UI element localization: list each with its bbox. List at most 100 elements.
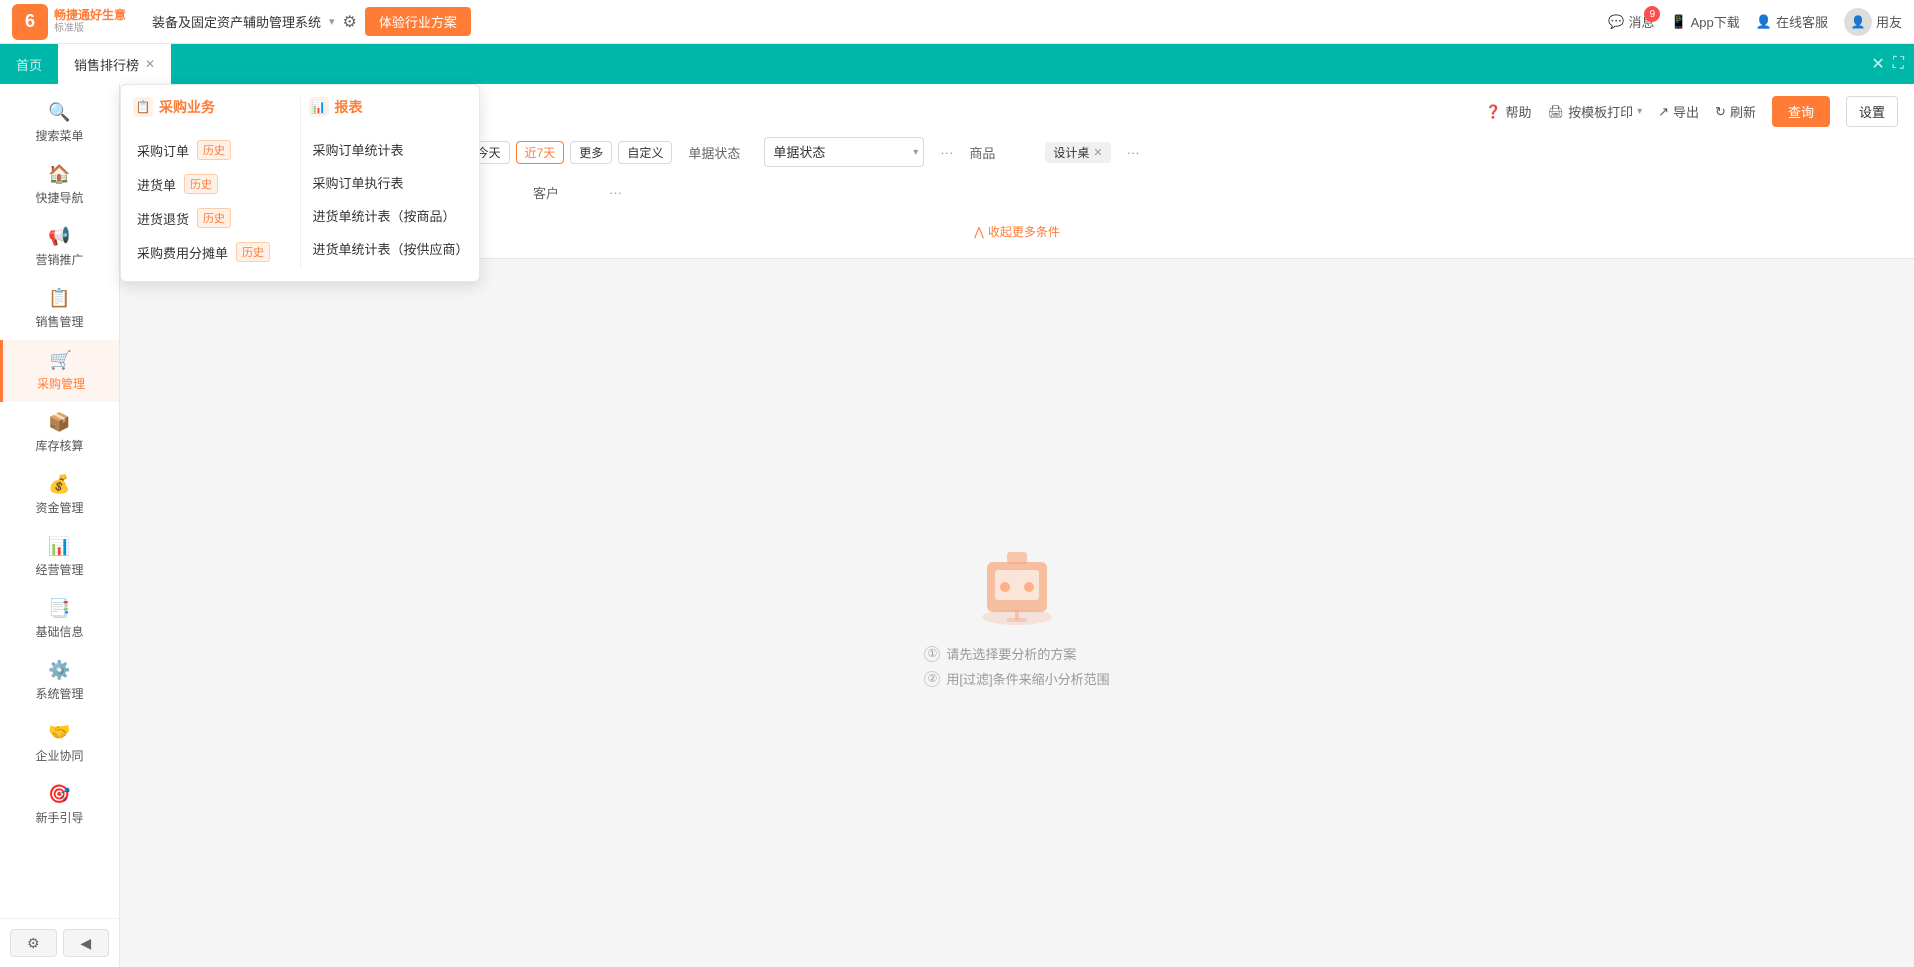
cooperation-icon: 🤝 [48,722,70,743]
sidebar-search-label: 搜索菜单 [35,127,83,144]
date-custom-btn[interactable]: 自定义 [618,141,672,164]
home-icon: 🏠 [48,164,70,185]
dropdown-item-goods-stat-supplier[interactable]: 进货单统计表（按供应商） [309,232,468,265]
app-icon: 📱 [1670,14,1686,30]
export-btn[interactable]: ↗ 导出 [1658,102,1699,121]
refresh-label: 刷新 [1730,102,1756,121]
dropdown-purchase-section: 📋 采购业务 采购订单 历史 进货单 历史 进货退货 历史 采购费用分摊单 [133,97,292,269]
dropdown-item-purchase-expense[interactable]: 采购费用分摊单 历史 [133,235,292,269]
service-label: 在线客服 [1776,12,1828,31]
dropdown-item-purchase-order-stat[interactable]: 采购订单统计表 [309,133,468,166]
refresh-btn[interactable]: ↻ 刷新 [1715,102,1756,121]
tab-bar: 首页 销售排行榜 ✕ ✕ ⛶ [0,44,1914,84]
sidebar-operations-label: 经营管理 [35,561,83,578]
date-quick-btns: 今天 近7天 更多 自定义 [468,141,673,164]
sidebar-item-finance[interactable]: 💰 资金管理 [0,464,119,526]
empty-hints: ① 请先选择要分析的方案 ② 用[过滤]条件来缩小分析范围 [924,644,1109,694]
tab-maximize-icon[interactable]: ⛶ [1893,55,1904,73]
online-service-item[interactable]: 👤 在线客服 [1756,12,1828,31]
print-label: 按模板打印 [1568,102,1633,121]
logo-main-text: 畅捷通好生意 [54,8,126,22]
sidebar-item-cooperation[interactable]: 🤝 企业协同 [0,712,119,774]
print-btn[interactable]: 🖨 按模板打印 ▾ [1548,102,1643,121]
sidebar-sales-label: 销售管理 [35,313,83,330]
finance-icon: 💰 [48,474,70,495]
dropdown-item-goods-return[interactable]: 进货退货 历史 [133,201,292,235]
marketing-icon: 📢 [48,226,70,247]
purchase-order-stat-label: 采购订单统计表 [313,140,404,159]
inventory-icon: 📦 [48,412,70,433]
sidebar-item-nav[interactable]: 🏠 快捷导航 [0,154,119,216]
sidebar-item-inventory[interactable]: 📦 库存核算 [0,402,119,464]
tab-controls: ✕ ⛶ [1871,54,1914,74]
sidebar-collapse-btn[interactable]: ◀ [63,929,110,957]
sidebar-bottom: ⚙ ◀ [0,918,119,967]
settings-btn[interactable]: 设置 [1846,96,1898,127]
user-name-label: 用友 [1876,12,1902,31]
hint-text-2: 用[过滤]条件来缩小分析范围 [946,669,1109,688]
sidebar-item-system[interactable]: ⚙️ 系统管理 [0,650,119,712]
sidebar-item-search[interactable]: 🔍 搜索菜单 [0,92,119,154]
purchase-order-exec-label: 采购订单执行表 [313,173,404,192]
dropdown-item-purchase-order[interactable]: 采购订单 历史 [133,133,292,167]
purchase-section-icon: 📋 [133,97,153,117]
purchase-order-label: 采购订单 [137,141,189,160]
sidebar-item-purchase[interactable]: 🛒 采购管理 [0,340,119,402]
sales-icon: 📋 [48,288,70,309]
dropdown-item-goods-in[interactable]: 进货单 历史 [133,167,292,201]
tab-home[interactable]: 首页 [0,44,58,84]
purchase-expense-label: 采购费用分摊单 [137,243,228,262]
dropdown-item-purchase-order-exec[interactable]: 采购订单执行表 [309,166,468,199]
app-download-item[interactable]: 📱 App下载 [1670,12,1739,31]
sidebar-item-operations[interactable]: 📊 经营管理 [0,526,119,588]
goods-stat-product-label: 进货单统计表（按商品） [313,206,456,225]
sidebar-cooperation-label: 企业协同 [35,747,83,764]
user-avatar: 👤 [1844,8,1872,36]
print-dropdown-arrow[interactable]: ▾ [1637,106,1642,117]
help-icon: ❓ [1485,104,1501,120]
sidebar-item-sales[interactable]: 📋 销售管理 [0,278,119,340]
message-item[interactable]: 💬 消息 9 [1608,12,1654,31]
sidebar-item-newbie[interactable]: 🎯 新手引导 [0,774,119,836]
sidebar-finance-label: 资金管理 [35,499,83,516]
query-btn[interactable]: 查询 [1772,96,1830,127]
tab-sales-rank[interactable]: 销售排行榜 ✕ [58,44,171,84]
logo-text: 畅捷通好生意 标准版 [54,8,126,34]
purchase-expense-history-badge: 历史 [236,242,270,262]
goods-in-label: 进货单 [137,175,176,194]
print-icon: 🖨 [1548,104,1565,120]
purchase-order-history-badge: 历史 [197,140,231,160]
header-right: 💬 消息 9 📱 App下载 👤 在线客服 👤 用友 [1608,8,1902,36]
sidebar-item-basic-info[interactable]: 📑 基础信息 [0,588,119,650]
header-settings-icon[interactable]: ⚙ [343,12,357,32]
help-btn[interactable]: ❓ 帮助 [1485,102,1531,121]
status-select[interactable]: 单据状态 [764,137,924,167]
industry-btn[interactable]: 体验行业方案 [365,7,471,36]
date-7days-btn[interactable]: 近7天 [516,141,565,164]
message-badge: 9 [1644,6,1660,22]
sidebar-system-label: 系统管理 [35,685,83,702]
date-more-btn[interactable]: 更多 [570,141,612,164]
operations-icon: 📊 [48,536,70,557]
export-icon: ↗ [1658,104,1669,120]
dropdown-item-goods-stat-product[interactable]: 进货单统计表（按商品） [309,199,468,232]
sidebar-settings-btn[interactable]: ⚙ [10,929,57,957]
sidebar-item-marketing[interactable]: 📢 营销推广 [0,216,119,278]
search-icon: 🔍 [48,102,70,123]
user-item[interactable]: 👤 用友 [1844,8,1902,36]
customer-more-dots[interactable]: ··· [609,185,622,200]
goods-tag-close-icon[interactable]: ✕ [1093,146,1102,159]
status-more-dots[interactable]: ··· [940,145,953,160]
collapse-arrow-icon: ⋀ [974,225,984,239]
empty-hint-2: ② 用[过滤]条件来缩小分析范围 [924,669,1109,688]
tab-close-all-icon[interactable]: ✕ [1871,54,1884,74]
goods-filter-label: 商品 [969,143,1029,162]
header-center: 装备及固定资产辅助管理系统 ▾ ⚙ 体验行业方案 [132,7,1608,36]
hint-text-1: 请先选择要分析的方案 [946,644,1076,663]
sidebar-basic-info-label: 基础信息 [35,623,83,640]
refresh-icon: ↻ [1715,104,1726,120]
system-dropdown-arrow[interactable]: ▾ [329,15,335,28]
report-section-icon: 📊 [309,97,329,117]
goods-more-dots[interactable]: ··· [1127,145,1140,160]
tab-close-icon[interactable]: ✕ [145,57,155,71]
